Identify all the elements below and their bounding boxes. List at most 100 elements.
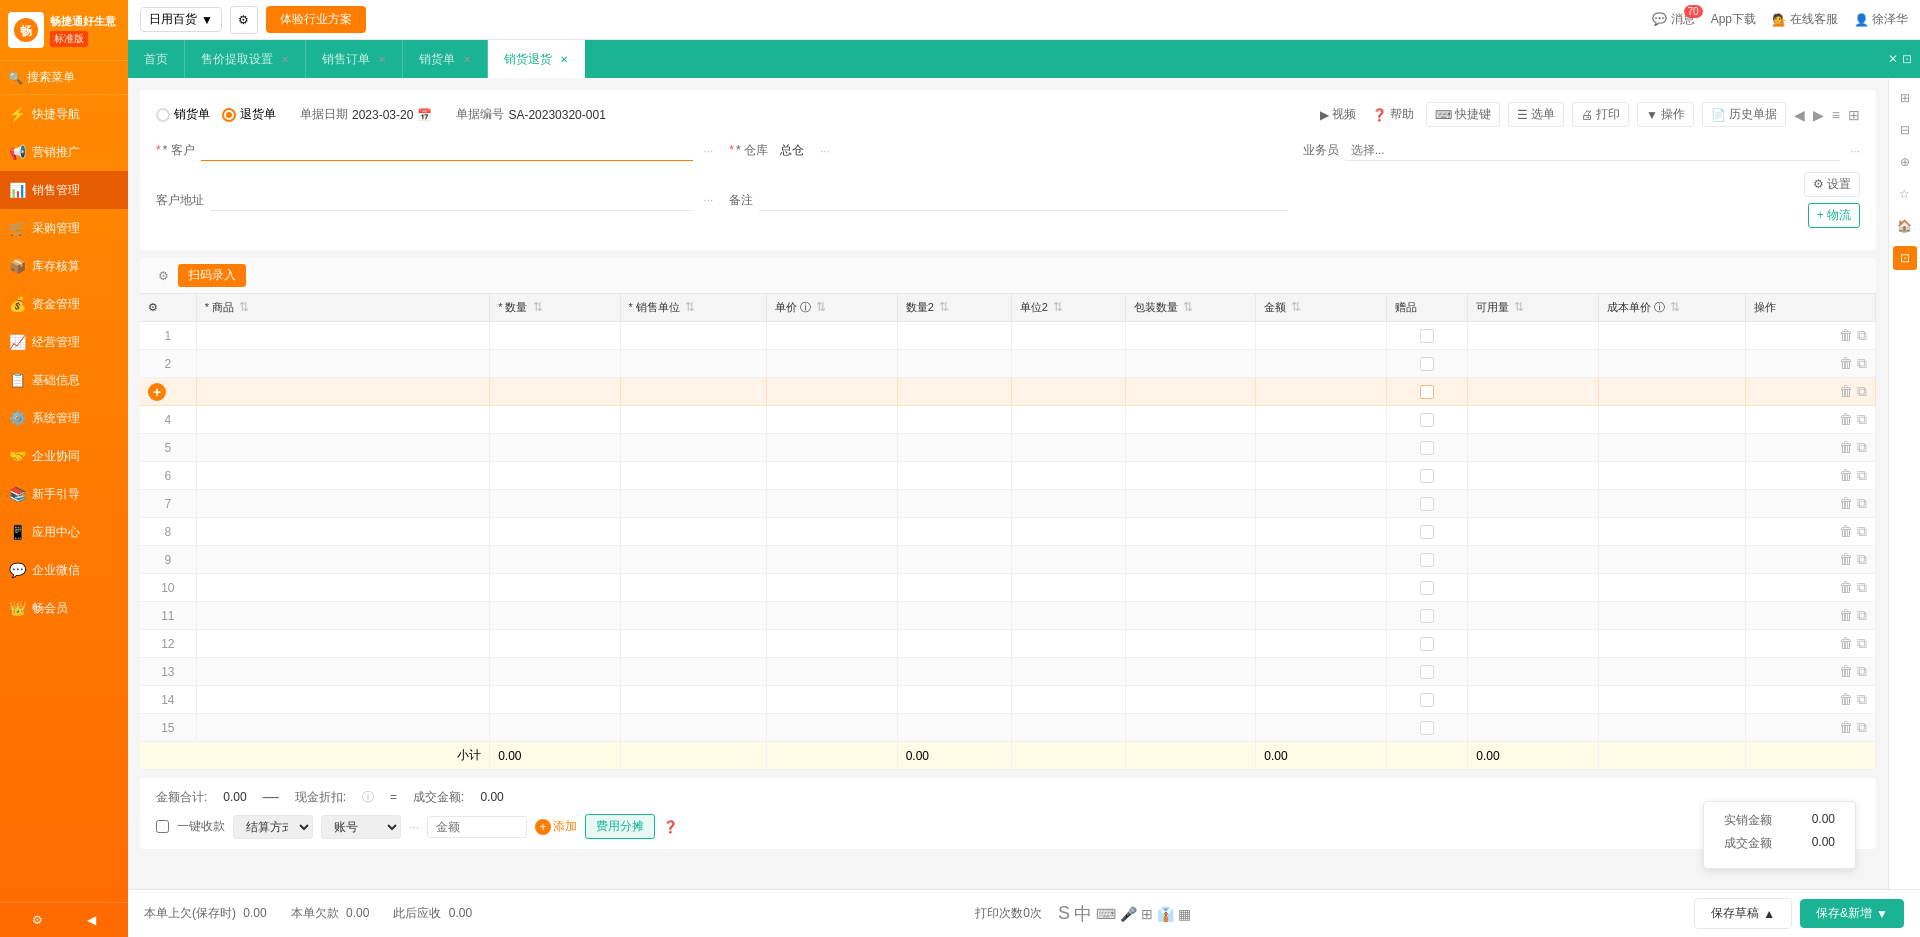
packqty-cell[interactable]	[1125, 322, 1255, 350]
gift-checkbox[interactable]	[1420, 609, 1434, 623]
salesperson-input[interactable]	[1345, 140, 1840, 161]
gift-cell[interactable]	[1386, 630, 1468, 658]
cprice-cell[interactable]	[1598, 714, 1745, 742]
qty-cell[interactable]	[490, 434, 620, 462]
right-panel-btn4[interactable]: ☆	[1893, 182, 1917, 206]
unit2-cell[interactable]	[1011, 350, 1125, 378]
unit2-cell[interactable]	[1011, 462, 1125, 490]
delete-row-icon[interactable]: 🗑	[1839, 383, 1853, 400]
unit-cell[interactable]	[620, 574, 767, 602]
unit2-cell[interactable]	[1011, 406, 1125, 434]
copy-row-icon[interactable]: ⧉	[1857, 663, 1867, 680]
delete-row-icon[interactable]: 🗑	[1839, 635, 1853, 652]
tab-price-setting-close[interactable]: ✕	[281, 54, 289, 65]
gift-checkbox[interactable]	[1420, 553, 1434, 567]
unit2-cell[interactable]	[1011, 686, 1125, 714]
uprice-cell[interactable]	[767, 434, 897, 462]
avail-cell[interactable]	[1468, 658, 1598, 686]
gift-cell[interactable]	[1386, 406, 1468, 434]
uprice-cell[interactable]	[767, 322, 897, 350]
avail-cell[interactable]	[1468, 322, 1598, 350]
product-input-active[interactable]	[205, 385, 481, 399]
unit-cell[interactable]	[620, 658, 767, 686]
add-row-btn[interactable]: +	[148, 383, 166, 401]
delete-row-icon[interactable]: 🗑	[1839, 495, 1853, 512]
shortcut-btn[interactable]: ⌨ 快捷键	[1426, 102, 1500, 127]
gift-cell[interactable]	[1386, 462, 1468, 490]
print-btn[interactable]: 🖨 打印	[1572, 102, 1629, 127]
experience-btn[interactable]: 体验行业方案	[266, 6, 366, 33]
right-panel-btn2[interactable]: ⊟	[1893, 118, 1917, 142]
gift-checkbox[interactable]	[1420, 329, 1434, 343]
gift-checkbox[interactable]	[1420, 357, 1434, 371]
qty-cell[interactable]	[490, 714, 620, 742]
product-cell[interactable]	[196, 490, 489, 518]
amount-cell[interactable]	[1256, 714, 1386, 742]
avail-cell[interactable]	[1468, 574, 1598, 602]
next-record-btn[interactable]: ▶	[1813, 107, 1824, 123]
unit2-cell[interactable]	[1011, 658, 1125, 686]
qty2-cell[interactable]	[897, 350, 1011, 378]
cprice-cell[interactable]	[1598, 630, 1745, 658]
sidebar-item-guide[interactable]: 📚 新手引导	[0, 475, 128, 513]
delete-row-icon[interactable]: 🗑	[1839, 607, 1853, 624]
operate-btn[interactable]: ▼ 操作	[1637, 102, 1694, 127]
qty2-cell[interactable]	[897, 462, 1011, 490]
input-icon-6[interactable]: 👔	[1157, 906, 1174, 922]
qty-cell[interactable]	[490, 406, 620, 434]
amount-input[interactable]	[427, 816, 527, 838]
delete-row-icon[interactable]: 🗑	[1839, 523, 1853, 540]
qty2-cell[interactable]	[897, 714, 1011, 742]
copy-row-icon[interactable]: ⧉	[1857, 439, 1867, 456]
delete-row-icon[interactable]: 🗑	[1839, 411, 1853, 428]
unit2-cell[interactable]	[1011, 378, 1125, 406]
avail-cell[interactable]	[1468, 490, 1598, 518]
packqty-cell[interactable]	[1125, 518, 1255, 546]
radio-return[interactable]: 退货单	[222, 106, 276, 123]
account-dots[interactable]: ···	[409, 820, 419, 834]
delete-row-icon[interactable]: 🗑	[1839, 691, 1853, 708]
gift-checkbox[interactable]	[1420, 441, 1434, 455]
cprice-cell[interactable]	[1598, 602, 1745, 630]
qty2-cell[interactable]	[897, 546, 1011, 574]
packqty-cell[interactable]	[1125, 686, 1255, 714]
amount-cell[interactable]	[1256, 490, 1386, 518]
input-icon-4[interactable]: 🎤	[1120, 906, 1137, 922]
uprice-cell[interactable]	[767, 602, 897, 630]
gift-cell[interactable]	[1386, 574, 1468, 602]
message-btn[interactable]: 💬 消息 70	[1652, 11, 1694, 28]
select-btn[interactable]: ☰ 选单	[1508, 102, 1564, 127]
packqty-cell[interactable]	[1125, 602, 1255, 630]
delete-row-icon[interactable]: 🗑	[1839, 663, 1853, 680]
tab-maximize[interactable]: ⊡	[1902, 52, 1912, 66]
packqty-cell[interactable]	[1125, 462, 1255, 490]
qty2-cell[interactable]	[897, 630, 1011, 658]
gift-cell[interactable]	[1386, 686, 1468, 714]
sidebar-settings-icon[interactable]: ⚙	[32, 913, 43, 927]
gift-checkbox[interactable]	[1420, 525, 1434, 539]
sidebar-item-purchase[interactable]: 🛒 采购管理	[0, 209, 128, 247]
avail-cell[interactable]	[1468, 714, 1598, 742]
gift-checkbox[interactable]	[1420, 581, 1434, 595]
sidebar-item-basic[interactable]: 📋 基础信息	[0, 361, 128, 399]
copy-row-icon[interactable]: ⧉	[1857, 383, 1867, 400]
copy-row-icon[interactable]: ⧉	[1857, 719, 1867, 736]
prev-record-btn[interactable]: ◀	[1794, 107, 1805, 123]
right-panel-btn3[interactable]: ⊕	[1893, 150, 1917, 174]
user-avatar[interactable]: 👤 徐泽华	[1854, 11, 1908, 28]
right-panel-btn5[interactable]: 🏠	[1893, 214, 1917, 238]
delete-row-icon[interactable]: 🗑	[1839, 327, 1853, 344]
product-cell[interactable]	[196, 686, 489, 714]
sidebar-collapse-icon[interactable]: ◀	[87, 913, 96, 927]
gift-cell[interactable]	[1386, 602, 1468, 630]
gift-checkbox[interactable]	[1420, 497, 1434, 511]
tab-close-all[interactable]: ✕	[1888, 52, 1898, 66]
salesperson-dots[interactable]: ···	[1850, 144, 1860, 158]
unit2-cell[interactable]	[1011, 574, 1125, 602]
qty-cell[interactable]	[490, 686, 620, 714]
tab-sales-deliver[interactable]: 销货单 ✕	[403, 40, 488, 78]
qty-cell[interactable]	[490, 658, 620, 686]
packqty-cell[interactable]	[1125, 406, 1255, 434]
copy-row-icon[interactable]: ⧉	[1857, 411, 1867, 428]
amount-cell[interactable]	[1256, 630, 1386, 658]
